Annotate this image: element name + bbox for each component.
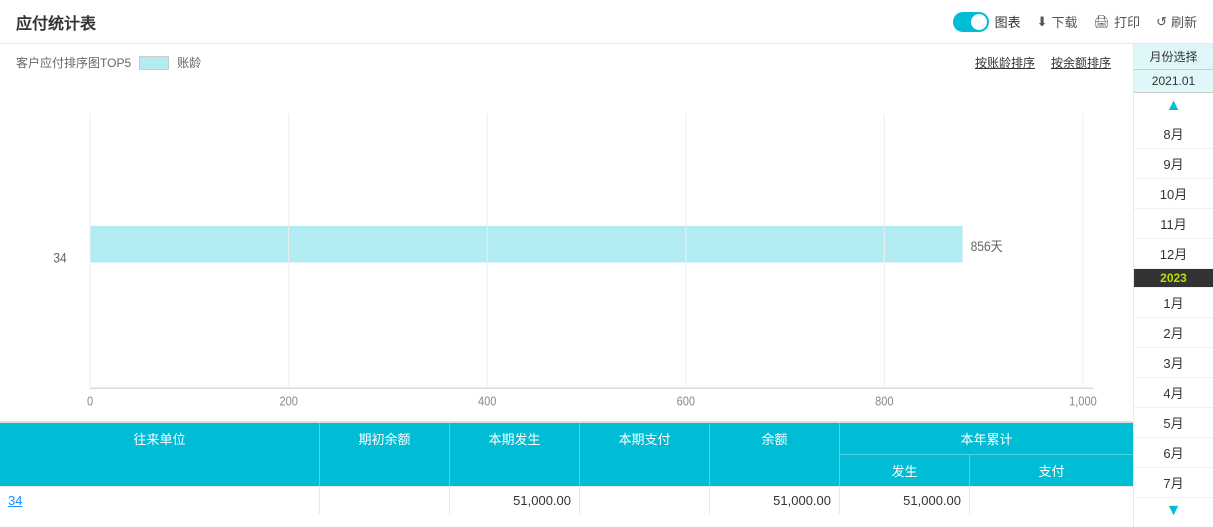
data-table: 往来单位 期初余额 本期发生 本期支付 余额 本年累计 发生 支付 <box>0 421 1133 514</box>
svg-text:800: 800 <box>875 394 894 409</box>
month-sidebar: 月份选择 2021.01 ▲ 8月 9月 10月 11月 12月 2023 1月… <box>1133 44 1213 527</box>
toggle-knob <box>971 14 987 30</box>
td-current-pay <box>580 487 710 514</box>
sidebar-title: 月份选择 <box>1134 44 1213 70</box>
download-icon: ⬇ <box>1037 14 1048 30</box>
print-button[interactable]: 🖨 打印 <box>1094 12 1141 31</box>
legend-box-label: 账龄 <box>177 54 201 71</box>
chart-legend: 客户应付排序图TOP5 账龄 <box>16 54 201 71</box>
td-unit: 34 <box>0 487 320 514</box>
main-content: 客户应付排序图TOP5 账龄 按账龄排序 按余额排序 34 856天 <box>0 44 1213 527</box>
sidebar-month-8[interactable]: 8月 <box>1134 119 1213 149</box>
chart-toggle-group: 图表 <box>953 12 1021 32</box>
chart-label: 图表 <box>995 12 1021 31</box>
unit-link[interactable]: 34 <box>8 493 22 508</box>
legend-box <box>139 56 169 70</box>
sidebar-month-7[interactable]: 7月 <box>1134 468 1213 498</box>
svg-text:34: 34 <box>53 250 66 266</box>
chart-section: 客户应付排序图TOP5 账龄 按账龄排序 按余额排序 34 856天 <box>0 44 1133 527</box>
header-actions: 图表 ⬇ 下载 🖨 打印 ↺ 刷新 <box>953 12 1197 32</box>
sidebar-month-4[interactable]: 4月 <box>1134 378 1213 408</box>
svg-text:1,000: 1,000 <box>1069 394 1097 409</box>
svg-text:400: 400 <box>478 394 497 409</box>
th-ytd-occur: 发生 <box>840 455 970 486</box>
th-current-occur: 本期发生 <box>450 423 580 486</box>
refresh-icon: ↺ <box>1156 14 1167 30</box>
svg-text:600: 600 <box>677 394 696 409</box>
svg-text:856天: 856天 <box>971 238 1003 254</box>
sort-by-balance-button[interactable]: 按余额排序 <box>1045 52 1117 73</box>
th-balance: 余额 <box>710 423 840 486</box>
td-ytd-occur: 51,000.00 <box>840 487 970 514</box>
sidebar-month-5[interactable]: 5月 <box>1134 408 1213 438</box>
sidebar-month-1[interactable]: 1月 <box>1134 288 1213 318</box>
svg-text:0: 0 <box>87 394 94 409</box>
sidebar-month-12[interactable]: 12月 <box>1134 239 1213 269</box>
th-unit: 往来单位 <box>0 423 320 486</box>
sidebar-down-button[interactable]: ▼ <box>1134 498 1213 524</box>
sidebar-month-2[interactable]: 2月 <box>1134 318 1213 348</box>
sidebar-month-11[interactable]: 11月 <box>1134 209 1213 239</box>
th-current-pay: 本期支付 <box>580 423 710 486</box>
td-ytd-pay <box>970 487 1133 514</box>
sidebar-year-2023: 2023 <box>1134 269 1213 288</box>
app-header: 应付统计表 图表 ⬇ 下载 🖨 打印 ↺ 刷新 <box>0 0 1213 44</box>
chart-header: 客户应付排序图TOP5 账龄 按账龄排序 按余额排序 <box>0 44 1133 81</box>
sidebar-up-button[interactable]: ▲ <box>1134 93 1213 119</box>
chart-area: 34 856天 0 200 400 600 800 1,000 <box>0 81 1133 421</box>
chart-sort-buttons: 按账龄排序 按余额排序 <box>969 52 1117 73</box>
legend-text: 客户应付排序图TOP5 <box>16 54 131 71</box>
download-button[interactable]: ⬇ 下载 <box>1037 12 1078 31</box>
chart-svg: 34 856天 0 200 400 600 800 1,000 <box>50 91 1113 411</box>
table-row: 34 51,000.00 51,000.00 51,000.00 <box>0 486 1133 514</box>
th-ytd-pay: 支付 <box>970 455 1133 486</box>
sort-by-age-button[interactable]: 按账龄排序 <box>969 52 1041 73</box>
th-ytd-sub: 发生 支付 <box>840 455 1133 486</box>
sidebar-scroll: ▲ 8月 9月 10月 11月 12月 2023 1月 2月 3月 4月 5月 … <box>1134 93 1213 527</box>
th-ytd-label: 本年累计 <box>840 423 1133 455</box>
sidebar-month-3[interactable]: 3月 <box>1134 348 1213 378</box>
sidebar-month-9[interactable]: 9月 <box>1134 149 1213 179</box>
sidebar-month-10[interactable]: 10月 <box>1134 179 1213 209</box>
td-opening <box>320 487 450 514</box>
refresh-button[interactable]: ↺ 刷新 <box>1156 12 1197 31</box>
sidebar-year-select[interactable]: 2021.01 <box>1134 70 1213 93</box>
th-opening: 期初余额 <box>320 423 450 486</box>
td-balance: 51,000.00 <box>710 487 840 514</box>
table-header: 往来单位 期初余额 本期发生 本期支付 余额 本年累计 发生 支付 <box>0 423 1133 486</box>
chart-toggle[interactable] <box>953 12 989 32</box>
th-ytd-group: 本年累计 发生 支付 <box>840 423 1133 486</box>
page-title: 应付统计表 <box>16 10 96 34</box>
sidebar-month-6[interactable]: 6月 <box>1134 438 1213 468</box>
td-current-occur: 51,000.00 <box>450 487 580 514</box>
print-icon: 🖨 <box>1094 14 1111 30</box>
svg-text:200: 200 <box>279 394 298 409</box>
